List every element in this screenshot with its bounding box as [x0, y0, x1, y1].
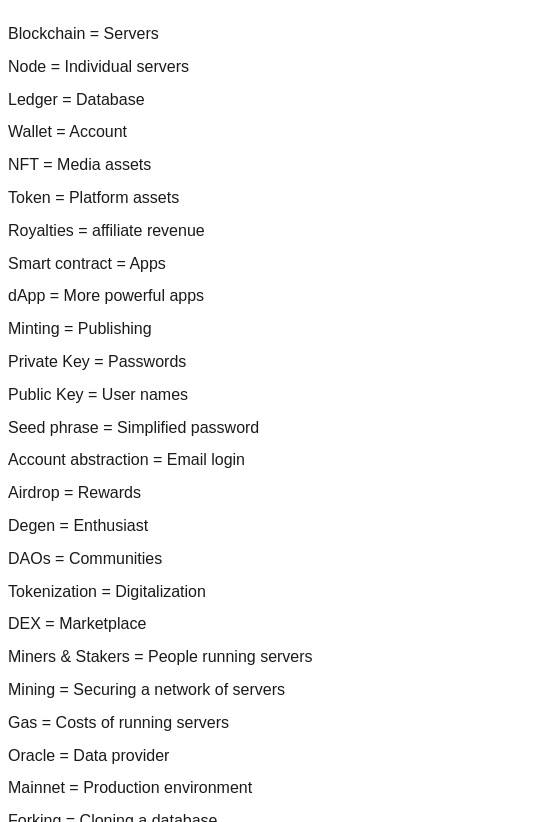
term-item-mining: Mining = Securing a network of servers: [8, 674, 528, 707]
term-item-daos: DAOs = Communities: [8, 543, 528, 576]
term-item-public-key: Public Key = User names: [8, 379, 528, 412]
term-item-account-abstraction: Account abstraction = Email login: [8, 444, 528, 477]
term-item-degen: Degen = Enthusiast: [8, 510, 528, 543]
term-item-smart-contract: Smart contract = Apps: [8, 248, 528, 281]
term-item-gas: Gas = Costs of running servers: [8, 707, 528, 740]
term-item-forking: Forking = Cloning a database: [8, 805, 528, 822]
term-item-private-key: Private Key = Passwords: [8, 346, 528, 379]
term-item-wallet: Wallet = Account: [8, 116, 528, 149]
term-item-seed-phrase: Seed phrase = Simplified password: [8, 412, 528, 445]
term-list: Blockchain = ServersNode = Individual se…: [8, 18, 528, 822]
term-item-nft: NFT = Media assets: [8, 149, 528, 182]
term-item-miners-stakers: Miners & Stakers = People running server…: [8, 641, 528, 674]
term-item-tokenization: Tokenization = Digitalization: [8, 576, 528, 609]
term-item-dapp: dApp = More powerful apps: [8, 280, 528, 313]
term-item-mainnet: Mainnet = Production environment: [8, 772, 528, 805]
term-item-dex: DEX = Marketplace: [8, 608, 528, 641]
term-item-oracle: Oracle = Data provider: [8, 740, 528, 773]
term-item-token: Token = Platform assets: [8, 182, 528, 215]
term-item-ledger: Ledger = Database: [8, 84, 528, 117]
term-item-royalties: Royalties = affiliate revenue: [8, 215, 528, 248]
term-item-minting: Minting = Publishing: [8, 313, 528, 346]
term-item-blockchain: Blockchain = Servers: [8, 18, 528, 51]
term-item-airdrop: Airdrop = Rewards: [8, 477, 528, 510]
term-item-node: Node = Individual servers: [8, 51, 528, 84]
